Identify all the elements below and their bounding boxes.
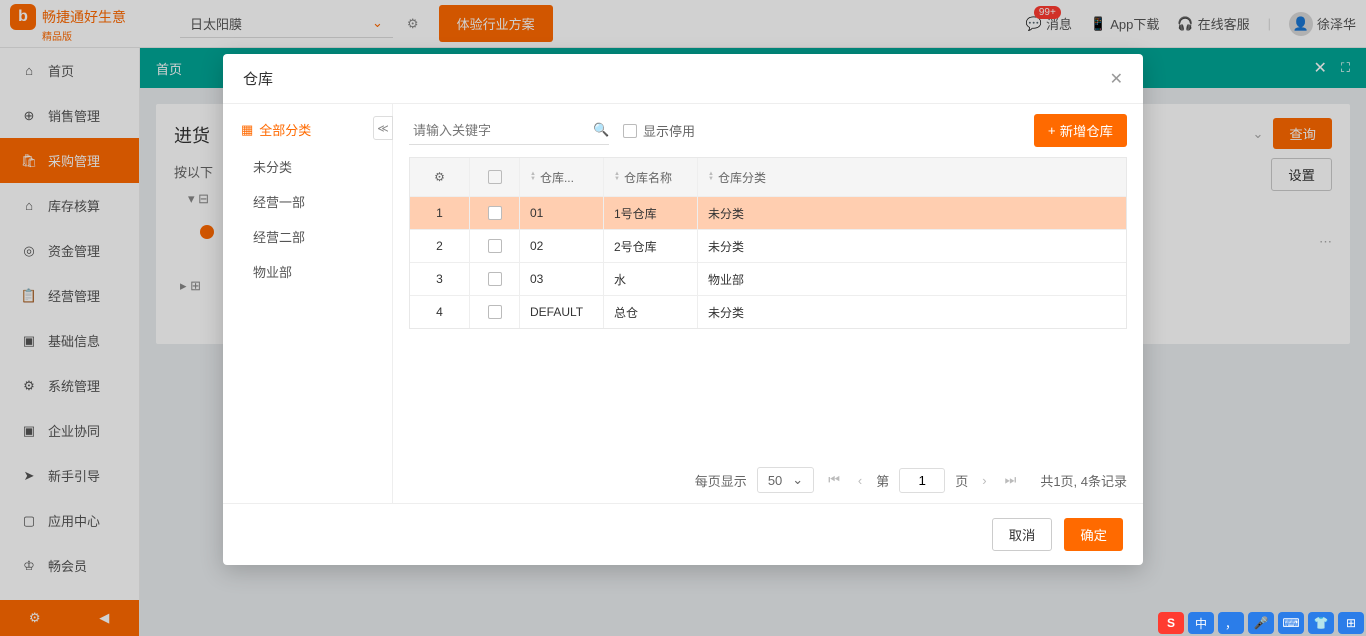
cell-code: DEFAULT — [520, 296, 604, 328]
page-suffix: 页 — [955, 471, 968, 490]
tree-all-categories[interactable]: ▦ 全部分类 — [223, 116, 392, 149]
cell-category: 未分类 — [698, 197, 1126, 229]
chevron-down-icon: ⌄ — [792, 472, 803, 488]
ime-mic-icon[interactable]: 🎤 — [1248, 612, 1274, 634]
th-select-all[interactable] — [470, 158, 520, 196]
table-toolbar: 🔍 显示停用 + 新增仓库 — [409, 114, 1127, 147]
cell-category: 物业部 — [698, 263, 1126, 295]
table-row[interactable]: 3 03 水 物业部 — [410, 262, 1126, 295]
table-row[interactable]: 1 01 1号仓库 未分类 — [410, 196, 1126, 229]
cell-index: 1 — [410, 197, 470, 229]
th-settings[interactable]: ⚙ — [410, 158, 470, 196]
next-page-icon[interactable]: › — [978, 473, 990, 488]
tree-node-dept1[interactable]: 经营一部 — [223, 184, 392, 219]
cell-checkbox[interactable] — [470, 197, 520, 229]
prev-page-icon[interactable]: ‹ — [854, 473, 866, 488]
ime-grid-icon[interactable]: ⊞ — [1338, 612, 1364, 634]
ime-bar: S 中 ， 🎤 ⌨ 👕 ⊞ — [1158, 612, 1364, 634]
page-summary: 共1页, 4条记录 — [1040, 471, 1127, 490]
confirm-button[interactable]: 确定 — [1064, 518, 1123, 551]
table-header: ⚙ ▲▼仓库... ▲▼仓库名称 ▲▼仓库分类 — [410, 158, 1126, 196]
modal-header: 仓库 ✕ — [223, 54, 1143, 103]
ime-sogou-icon[interactable]: S — [1158, 612, 1184, 634]
ime-lang-icon[interactable]: 中 — [1188, 612, 1214, 634]
pagination: 每页显示 50 ⌄ ⏮ ‹ 第 页 › ⏭ 共1页, 4条记录 — [409, 455, 1127, 493]
cell-checkbox[interactable] — [470, 296, 520, 328]
cell-name: 2号仓库 — [604, 230, 698, 262]
last-page-icon[interactable]: ⏭ — [1001, 472, 1021, 488]
show-disabled-label: 显示停用 — [643, 121, 695, 140]
warehouse-modal: 仓库 ✕ ≪ ▦ 全部分类 未分类 经营一部 经营二部 物业部 🔍 — [223, 54, 1143, 565]
tree-node-dept2[interactable]: 经营二部 — [223, 219, 392, 254]
warehouse-table: ⚙ ▲▼仓库... ▲▼仓库名称 ▲▼仓库分类 1 01 1号仓库 未分类 — [409, 157, 1127, 329]
close-icon[interactable]: ✕ — [1110, 69, 1123, 89]
tree-node-uncategorized[interactable]: 未分类 — [223, 149, 392, 184]
search-icon[interactable]: 🔍 — [593, 122, 609, 138]
cell-checkbox[interactable] — [470, 263, 520, 295]
collapse-tree-icon[interactable]: ≪ — [373, 116, 393, 140]
th-name[interactable]: ▲▼仓库名称 — [604, 158, 698, 196]
th-category[interactable]: ▲▼仓库分类 — [698, 158, 1126, 196]
cancel-button[interactable]: 取消 — [992, 518, 1053, 551]
cell-name: 水 — [604, 263, 698, 295]
add-warehouse-button[interactable]: + 新增仓库 — [1034, 114, 1127, 147]
table-row[interactable]: 4 DEFAULT 总仓 未分类 — [410, 295, 1126, 328]
tree-node-property[interactable]: 物业部 — [223, 254, 392, 289]
page-prefix: 第 — [876, 471, 889, 490]
ime-skin-icon[interactable]: 👕 — [1308, 612, 1334, 634]
cell-code: 03 — [520, 263, 604, 295]
plus-icon: + — [1048, 123, 1056, 138]
category-tree: ≪ ▦ 全部分类 未分类 经营一部 经营二部 物业部 — [223, 104, 393, 503]
checkbox-icon — [623, 124, 637, 138]
modal-footer: 取消 确定 — [223, 503, 1143, 565]
cell-name: 1号仓库 — [604, 197, 698, 229]
grid-icon: ▦ — [241, 122, 253, 138]
search-input[interactable] — [409, 117, 593, 144]
ime-punct-icon[interactable]: ， — [1218, 612, 1244, 634]
ime-keyboard-icon[interactable]: ⌨ — [1278, 612, 1304, 634]
cell-code: 01 — [520, 197, 604, 229]
per-page-label: 每页显示 — [695, 471, 747, 490]
cell-code: 02 — [520, 230, 604, 262]
page-size-select[interactable]: 50 ⌄ — [757, 467, 814, 493]
search-box: 🔍 — [409, 117, 609, 145]
page-size-value: 50 — [768, 473, 782, 488]
modal-overlay: 仓库 ✕ ≪ ▦ 全部分类 未分类 经营一部 经营二部 物业部 🔍 — [0, 0, 1366, 636]
cell-category: 未分类 — [698, 230, 1126, 262]
cell-checkbox[interactable] — [470, 230, 520, 262]
tree-all-label: 全部分类 — [259, 120, 311, 139]
th-code[interactable]: ▲▼仓库... — [520, 158, 604, 196]
cell-category: 未分类 — [698, 296, 1126, 328]
table-row[interactable]: 2 02 2号仓库 未分类 — [410, 229, 1126, 262]
show-disabled-checkbox[interactable]: 显示停用 — [623, 121, 695, 140]
gear-icon: ⚙ — [434, 170, 445, 184]
page-input[interactable] — [899, 468, 945, 493]
modal-title: 仓库 — [243, 68, 273, 89]
first-page-icon[interactable]: ⏮ — [824, 472, 844, 488]
add-label: 新增仓库 — [1060, 121, 1113, 140]
cell-name: 总仓 — [604, 296, 698, 328]
cell-index: 4 — [410, 296, 470, 328]
cell-index: 3 — [410, 263, 470, 295]
cell-index: 2 — [410, 230, 470, 262]
table-panel: 🔍 显示停用 + 新增仓库 ⚙ ▲▼ — [393, 104, 1143, 503]
